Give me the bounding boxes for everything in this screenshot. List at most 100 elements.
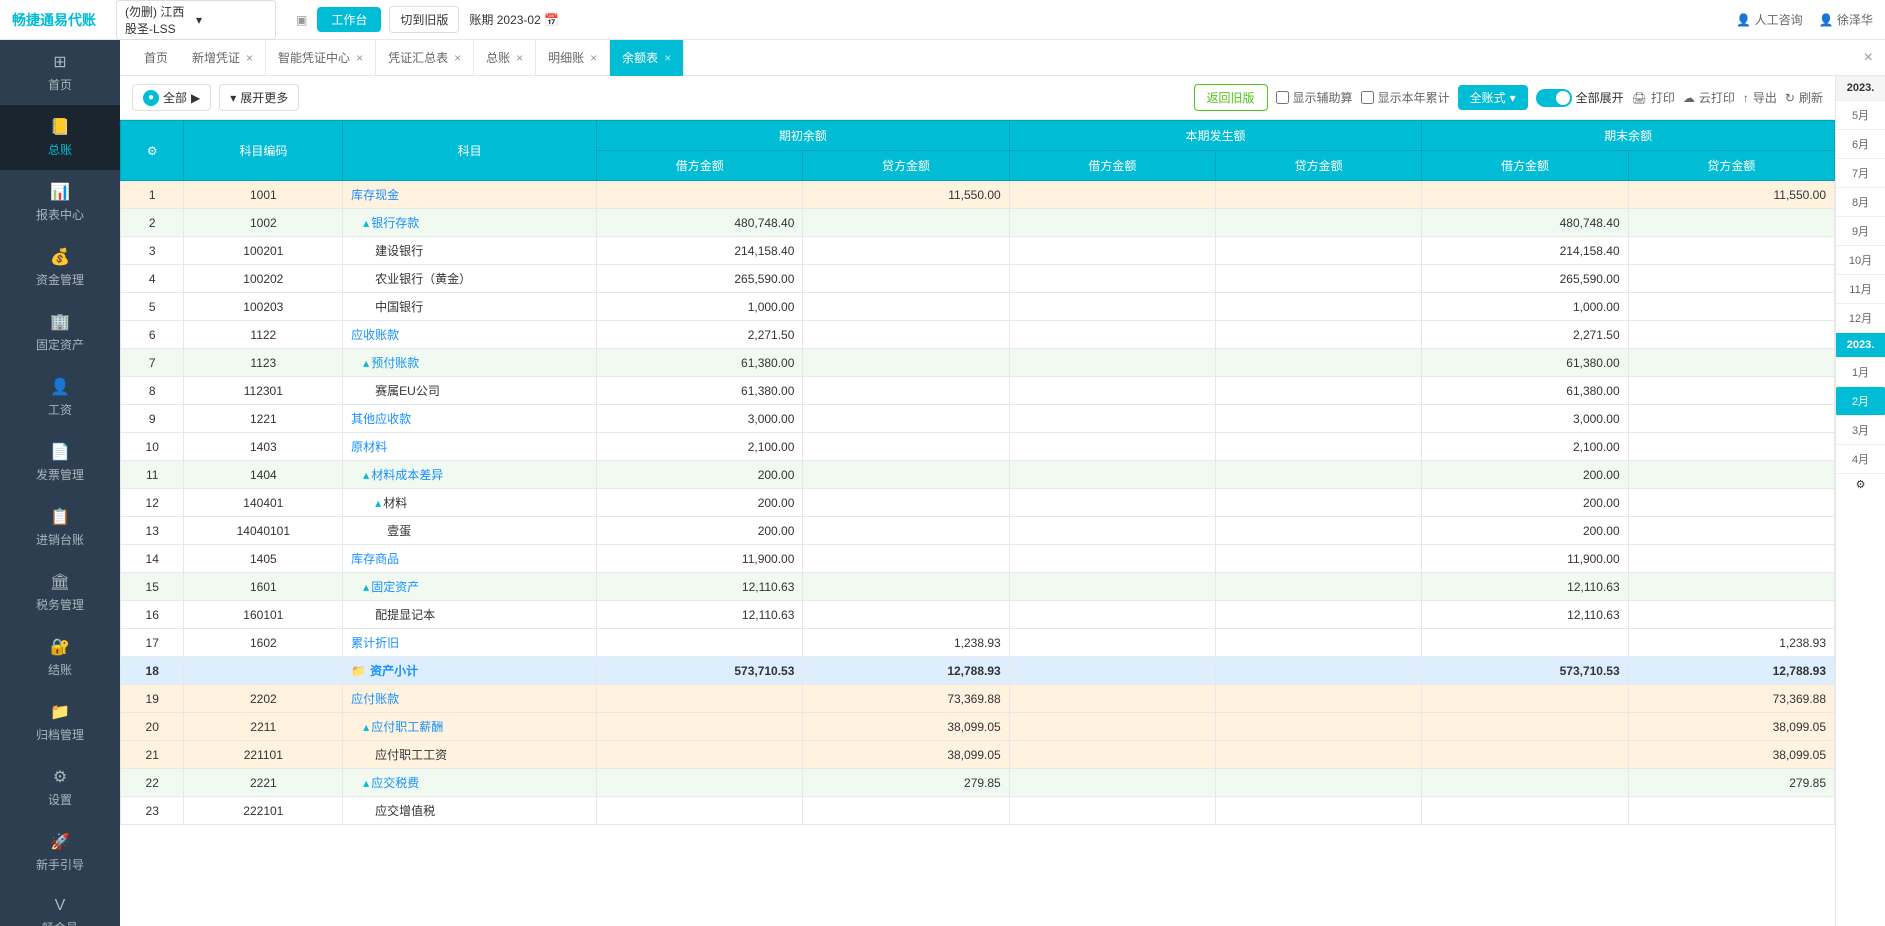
- table-row[interactable]: 111404▴材料成本差异200.00200.00: [121, 461, 1835, 489]
- row-name[interactable]: 配提显记本: [343, 601, 597, 629]
- row-name[interactable]: ▴材料成本差异: [343, 461, 597, 489]
- account-link[interactable]: 其他应收款: [351, 412, 411, 426]
- row-name[interactable]: 库存现金: [343, 181, 597, 209]
- right-panel-month-10[interactable]: 10月: [1836, 246, 1885, 275]
- row-name[interactable]: ▴应交税费: [343, 769, 597, 797]
- expand-icon[interactable]: ▴: [363, 580, 369, 594]
- account-link[interactable]: 应付账款: [351, 692, 399, 706]
- row-name[interactable]: 累计折旧: [343, 629, 597, 657]
- right-panel-month-4[interactable]: 4月: [1836, 445, 1885, 474]
- print-button[interactable]: 🖨 打印: [1632, 89, 1675, 106]
- company-selector[interactable]: (勿删) 江西股圣-LSS ▾: [116, 0, 276, 40]
- tab-new-voucher-close[interactable]: ×: [246, 51, 253, 65]
- sidebar-item-archive[interactable]: 📁 归档管理: [0, 690, 120, 755]
- row-name[interactable]: ▴应付职工薪酬: [343, 713, 597, 741]
- right-panel-month-7[interactable]: 7月: [1836, 159, 1885, 188]
- row-name[interactable]: ▴银行存款: [343, 209, 597, 237]
- row-name[interactable]: 应交增值税: [343, 797, 597, 825]
- table-row[interactable]: 171602累计折旧1,238.931,238.93: [121, 629, 1835, 657]
- sidebar-item-ledger[interactable]: 📒 总账: [0, 105, 120, 170]
- tab-home[interactable]: 首页: [132, 40, 180, 76]
- table-row[interactable]: 21002▴银行存款480,748.40480,748.40: [121, 209, 1835, 237]
- row-name[interactable]: 库存商品: [343, 545, 597, 573]
- row-name[interactable]: 赛属EU公司: [343, 377, 597, 405]
- table-row[interactable]: 4100202农业银行（黄金）265,590.00265,590.00: [121, 265, 1835, 293]
- table-row[interactable]: 222221▴应交税费279.85279.85: [121, 769, 1835, 797]
- settings-column-header[interactable]: ⚙: [121, 121, 184, 181]
- tab-balance-close[interactable]: ×: [664, 51, 671, 65]
- right-panel-month-3[interactable]: 3月: [1836, 416, 1885, 445]
- toggle-switch-control[interactable]: [1536, 89, 1572, 107]
- right-panel-year-2023-current[interactable]: 2023.: [1836, 333, 1885, 358]
- account-link[interactable]: 资产小计: [370, 664, 418, 678]
- table-row[interactable]: 16160101配提显记本12,110.6312,110.63: [121, 601, 1835, 629]
- account-link[interactable]: 材料成本差异: [371, 468, 443, 482]
- table-row[interactable]: 3100201建设银行214,158.40214,158.40: [121, 237, 1835, 265]
- expand-icon[interactable]: ▴: [375, 496, 381, 510]
- table-row[interactable]: 61122应收账款2,271.502,271.50: [121, 321, 1835, 349]
- account-link[interactable]: 库存现金: [351, 188, 399, 202]
- right-panel-month-8[interactable]: 8月: [1836, 188, 1885, 217]
- expand-icon[interactable]: ▴: [363, 356, 369, 370]
- sidebar-item-sales[interactable]: 📋 进销台账: [0, 495, 120, 560]
- table-row[interactable]: 12140401▴材料200.00200.00: [121, 489, 1835, 517]
- row-name[interactable]: 中国银行: [343, 293, 597, 321]
- account-link[interactable]: 银行存款: [371, 216, 419, 230]
- row-name[interactable]: 建设银行: [343, 237, 597, 265]
- auxiliary-checkbox-input[interactable]: [1276, 91, 1289, 104]
- sidebar-item-settings[interactable]: ⚙ 设置: [0, 755, 120, 820]
- account-link[interactable]: 应付职工薪酬: [371, 720, 443, 734]
- file-icon[interactable]: ▣: [296, 13, 307, 27]
- table-row[interactable]: 18📁资产小计573,710.5312,788.93573,710.5312,7…: [121, 657, 1835, 685]
- table-row[interactable]: 1314040101壹蛋200.00200.00: [121, 517, 1835, 545]
- row-name[interactable]: 📁资产小计: [343, 657, 597, 685]
- cloud-print-button[interactable]: ☁ 云打印: [1683, 89, 1735, 106]
- right-panel-year-2023-prev[interactable]: 2023.: [1836, 76, 1885, 101]
- expand-more-button[interactable]: ▾ 展开更多: [219, 84, 299, 111]
- sidebar-item-invoice[interactable]: 📄 发票管理: [0, 430, 120, 495]
- sidebar-item-capital[interactable]: 💰 资金管理: [0, 235, 120, 300]
- show-auxiliary-checkbox[interactable]: 显示辅助算: [1276, 89, 1353, 106]
- table-row[interactable]: 101403原材料2,100.002,100.00: [121, 433, 1835, 461]
- account-link[interactable]: 固定资产: [371, 580, 419, 594]
- tab-ledger[interactable]: 总账 ×: [474, 40, 536, 76]
- tab-detail[interactable]: 明细账 ×: [536, 40, 610, 76]
- row-name[interactable]: 应付职工工资: [343, 741, 597, 769]
- row-name[interactable]: 原材料: [343, 433, 597, 461]
- ytd-checkbox-input[interactable]: [1361, 91, 1374, 104]
- sidebar-item-member[interactable]: V 畅会员: [0, 885, 120, 926]
- right-panel-month-2[interactable]: 2月: [1836, 387, 1885, 416]
- table-row[interactable]: 141405库存商品11,900.0011,900.00: [121, 545, 1835, 573]
- right-panel-month-6[interactable]: 6月: [1836, 130, 1885, 159]
- table-row[interactable]: 8112301赛属EU公司61,380.0061,380.00: [121, 377, 1835, 405]
- expand-all-toggle[interactable]: 全部展开: [1536, 89, 1624, 107]
- show-ytd-checkbox[interactable]: 显示本年累计: [1361, 89, 1450, 106]
- right-panel-month-5[interactable]: 5月: [1836, 101, 1885, 130]
- return-old-button[interactable]: 返回旧版: [1194, 84, 1268, 111]
- account-link[interactable]: 应收账款: [351, 328, 399, 342]
- right-panel-month-11[interactable]: 11月: [1836, 275, 1885, 304]
- table-row[interactable]: 71123▴预付账款61,380.0061,380.00: [121, 349, 1835, 377]
- tab-smart-voucher[interactable]: 智能凭证中心 ×: [266, 40, 376, 76]
- row-name[interactable]: 应收账款: [343, 321, 597, 349]
- account-link[interactable]: 原材料: [351, 440, 387, 454]
- table-row[interactable]: 11001库存现金11,550.0011,550.00: [121, 181, 1835, 209]
- table-row[interactable]: 21221101应付职工工资38,099.0538,099.05: [121, 741, 1835, 769]
- consultant-button[interactable]: 👤 人工咨询: [1736, 11, 1802, 28]
- settings-gear-icon[interactable]: ⚙: [147, 144, 158, 158]
- account-link[interactable]: 库存商品: [351, 552, 399, 566]
- right-panel-settings-icon[interactable]: ⚙: [1836, 474, 1885, 495]
- user-info[interactable]: 👤 徐泽华: [1819, 11, 1873, 28]
- row-name[interactable]: 应付账款: [343, 685, 597, 713]
- tab-smart-voucher-close[interactable]: ×: [356, 51, 363, 65]
- workbench-button[interactable]: 工作台: [317, 7, 381, 32]
- full-style-button[interactable]: 全账式 ▾: [1458, 85, 1528, 110]
- right-panel-month-1[interactable]: 1月: [1836, 358, 1885, 387]
- row-name[interactable]: ▴预付账款: [343, 349, 597, 377]
- table-row[interactable]: 5100203中国银行1,000.001,000.00: [121, 293, 1835, 321]
- sidebar-item-report[interactable]: 📊 报表中心: [0, 170, 120, 235]
- sidebar-item-guide[interactable]: 🚀 新手引导: [0, 820, 120, 885]
- sidebar-item-closing[interactable]: 🔐 结账: [0, 625, 120, 690]
- row-name[interactable]: 农业银行（黄金）: [343, 265, 597, 293]
- right-panel-month-9[interactable]: 9月: [1836, 217, 1885, 246]
